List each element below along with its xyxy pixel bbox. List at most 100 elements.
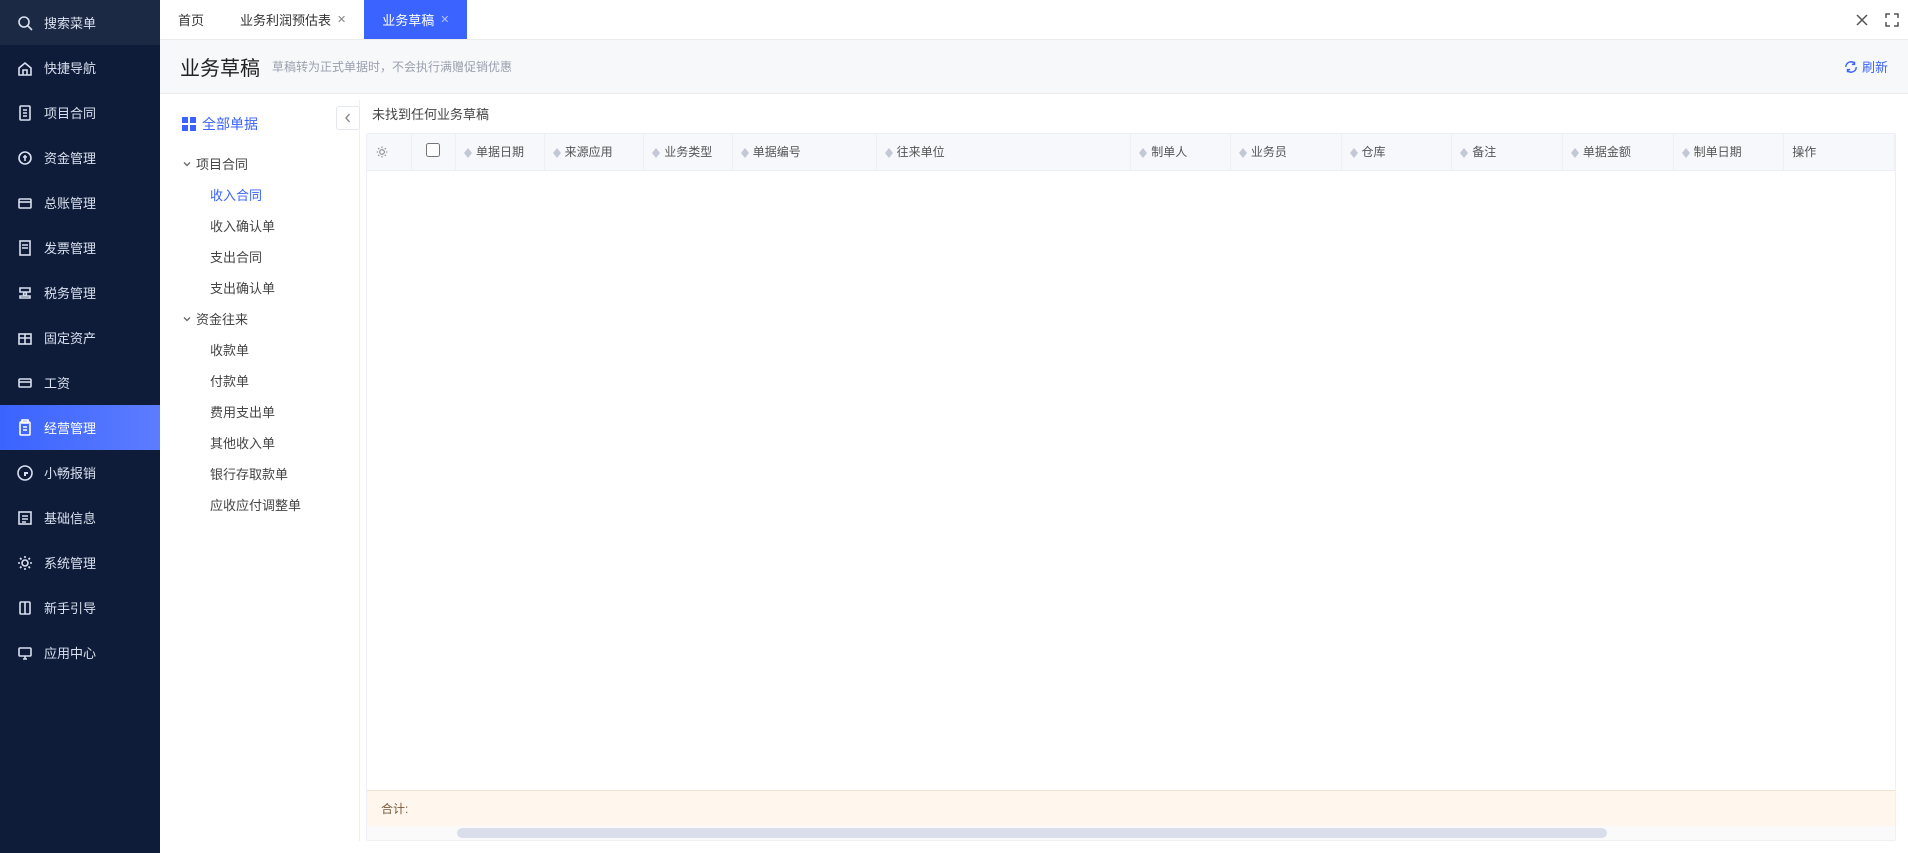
close-icon[interactable]: ✕	[440, 13, 449, 26]
tab-biz-draft[interactable]: 业务草稿 ✕	[364, 0, 467, 39]
sort-icon[interactable]	[1139, 148, 1147, 158]
column-header-mdate[interactable]: 制单日期	[1673, 134, 1784, 170]
subnav-item[interactable]: 应收应付调整单	[172, 489, 359, 520]
column-header-chk	[411, 134, 455, 170]
sidebar-item-label: 资金管理	[44, 148, 96, 167]
sidebar-item-label: 工资	[44, 373, 70, 392]
subnav-item[interactable]: 支出确认单	[172, 272, 359, 303]
sidebar-item-label: 项目合同	[44, 103, 96, 122]
column-label: 制单日期	[1694, 145, 1742, 159]
sidebar-item-tax[interactable]: 税务管理	[0, 270, 160, 315]
scrollbar-thumb[interactable]	[457, 828, 1607, 838]
tab-home[interactable]: 首页	[160, 0, 222, 39]
sort-icon[interactable]	[741, 148, 749, 158]
column-header-gear	[367, 134, 411, 170]
grid-icon	[182, 117, 196, 131]
subnav-group-label: 资金往来	[196, 309, 248, 328]
sidebar-item-sys-mgmt[interactable]: 系统管理	[0, 540, 160, 585]
sort-icon[interactable]	[1239, 148, 1247, 158]
select-all-checkbox[interactable]	[426, 143, 440, 157]
fullscreen-icon[interactable]	[1884, 12, 1900, 28]
column-label: 单据日期	[476, 145, 524, 159]
refresh-label: 刷新	[1862, 57, 1888, 76]
horizontal-scrollbar[interactable]	[367, 826, 1895, 840]
sidebar-item-fixed-asset[interactable]: 固定资产	[0, 315, 160, 360]
subnav-item[interactable]: 收入确认单	[172, 210, 359, 241]
subnav-item[interactable]: 支出合同	[172, 241, 359, 272]
close-icon[interactable]: ✕	[337, 13, 346, 26]
clipboard-icon	[16, 419, 34, 437]
close-all-tabs-icon[interactable]	[1854, 12, 1870, 28]
column-header-no[interactable]: 单据编号	[732, 134, 876, 170]
column-header-partner[interactable]: 往来单位	[876, 134, 1131, 170]
sidebar-item-base-info[interactable]: 基础信息	[0, 495, 160, 540]
sidebar-item-invoice[interactable]: 发票管理	[0, 225, 160, 270]
sidebar-item-search-menu[interactable]: 搜索菜单	[0, 0, 160, 45]
sidebar-item-salary[interactable]: 工资	[0, 360, 160, 405]
sidebar-item-app-center[interactable]: 应用中心	[0, 630, 160, 675]
list-icon	[16, 509, 34, 527]
sidebar-item-label: 经营管理	[44, 418, 96, 437]
sort-icon[interactable]	[652, 148, 660, 158]
sidebar-item-label: 小畅报销	[44, 463, 96, 482]
sort-icon[interactable]	[1350, 148, 1358, 158]
sidebar-item-biz-ops[interactable]: 经营管理	[0, 405, 160, 450]
column-header-maker[interactable]: 制单人	[1131, 134, 1231, 170]
tab-label: 业务草稿	[382, 10, 434, 29]
column-header-wh[interactable]: 仓库	[1341, 134, 1452, 170]
sort-icon[interactable]	[553, 148, 561, 158]
subnav-item[interactable]: 费用支出单	[172, 396, 359, 427]
sidebar-item-fund-mgmt[interactable]: 资金管理	[0, 135, 160, 180]
gear-icon[interactable]	[375, 145, 389, 159]
sort-icon[interactable]	[1460, 148, 1468, 158]
column-header-sales[interactable]: 业务员	[1230, 134, 1341, 170]
refresh-button[interactable]: 刷新	[1844, 57, 1888, 76]
card-icon	[16, 374, 34, 392]
subnav-item[interactable]: 银行存取款单	[172, 458, 359, 489]
sidebar-item-xc-bx[interactable]: 小畅报销	[0, 450, 160, 495]
subnav-item[interactable]: 付款单	[172, 365, 359, 396]
sidebar-item-quick-nav[interactable]: 快捷导航	[0, 45, 160, 90]
sidebar-item-label: 新手引导	[44, 598, 96, 617]
subnav-group-title[interactable]: 资金往来	[172, 303, 359, 334]
tab-biz-profit[interactable]: 业务利润预估表 ✕	[222, 0, 364, 39]
table-footer-row: 合计:	[367, 790, 1895, 826]
sidebar-item-label: 固定资产	[44, 328, 96, 347]
column-header-type[interactable]: 业务类型	[644, 134, 733, 170]
sort-icon[interactable]	[885, 148, 893, 158]
sort-icon[interactable]	[464, 148, 472, 158]
page-header: 业务草稿 草稿转为正式单据时，不会执行满赠促销优惠 刷新	[160, 40, 1908, 94]
subnav-item[interactable]: 收款单	[172, 334, 359, 365]
sort-icon[interactable]	[1682, 148, 1690, 158]
sidebar-item-label: 搜索菜单	[44, 13, 96, 32]
subnav-group-title[interactable]: 项目合同	[172, 148, 359, 179]
column-label: 制单人	[1151, 145, 1187, 159]
column-header-app[interactable]: 来源应用	[544, 134, 644, 170]
subnav-all-button[interactable]: 全部单据	[172, 106, 359, 148]
invoice-icon	[16, 239, 34, 257]
table-header-row: 单据日期 来源应用 业务类型 单据编号 往来单位 制单人 业务员仓库备注单据金额 制单日期 操作	[367, 134, 1895, 170]
empty-message: 未找到任何业务草稿	[366, 100, 1896, 133]
sidebar-item-label: 发票管理	[44, 238, 96, 257]
column-label: 单据编号	[753, 145, 801, 159]
sort-icon[interactable]	[1571, 148, 1579, 158]
column-header-remark[interactable]: 备注	[1452, 134, 1563, 170]
search-icon	[16, 14, 34, 32]
subnav-item[interactable]: 其他收入单	[172, 427, 359, 458]
column-label: 操作	[1792, 145, 1816, 159]
sidebar-item-label: 总账管理	[44, 193, 96, 212]
column-header-ops: 操作	[1784, 134, 1895, 170]
sidebar-item-label: 税务管理	[44, 283, 96, 302]
column-label: 来源应用	[565, 145, 613, 159]
sidebar-item-label: 系统管理	[44, 553, 96, 572]
sidebar-item-project-contract[interactable]: 项目合同	[0, 90, 160, 135]
column-header-amount[interactable]: 单据金额	[1562, 134, 1673, 170]
tab-label: 业务利润预估表	[240, 10, 331, 29]
sidebar-item-gl[interactable]: 总账管理	[0, 180, 160, 225]
sidebar-item-guide[interactable]: 新手引导	[0, 585, 160, 630]
subnav-item[interactable]: 收入合同	[172, 179, 359, 210]
tab-strip: 首页业务利润预估表 ✕ 业务草稿 ✕	[160, 0, 1908, 40]
subnav-collapse-button[interactable]	[336, 106, 360, 130]
column-header-date[interactable]: 单据日期	[456, 134, 545, 170]
gear-icon	[16, 554, 34, 572]
